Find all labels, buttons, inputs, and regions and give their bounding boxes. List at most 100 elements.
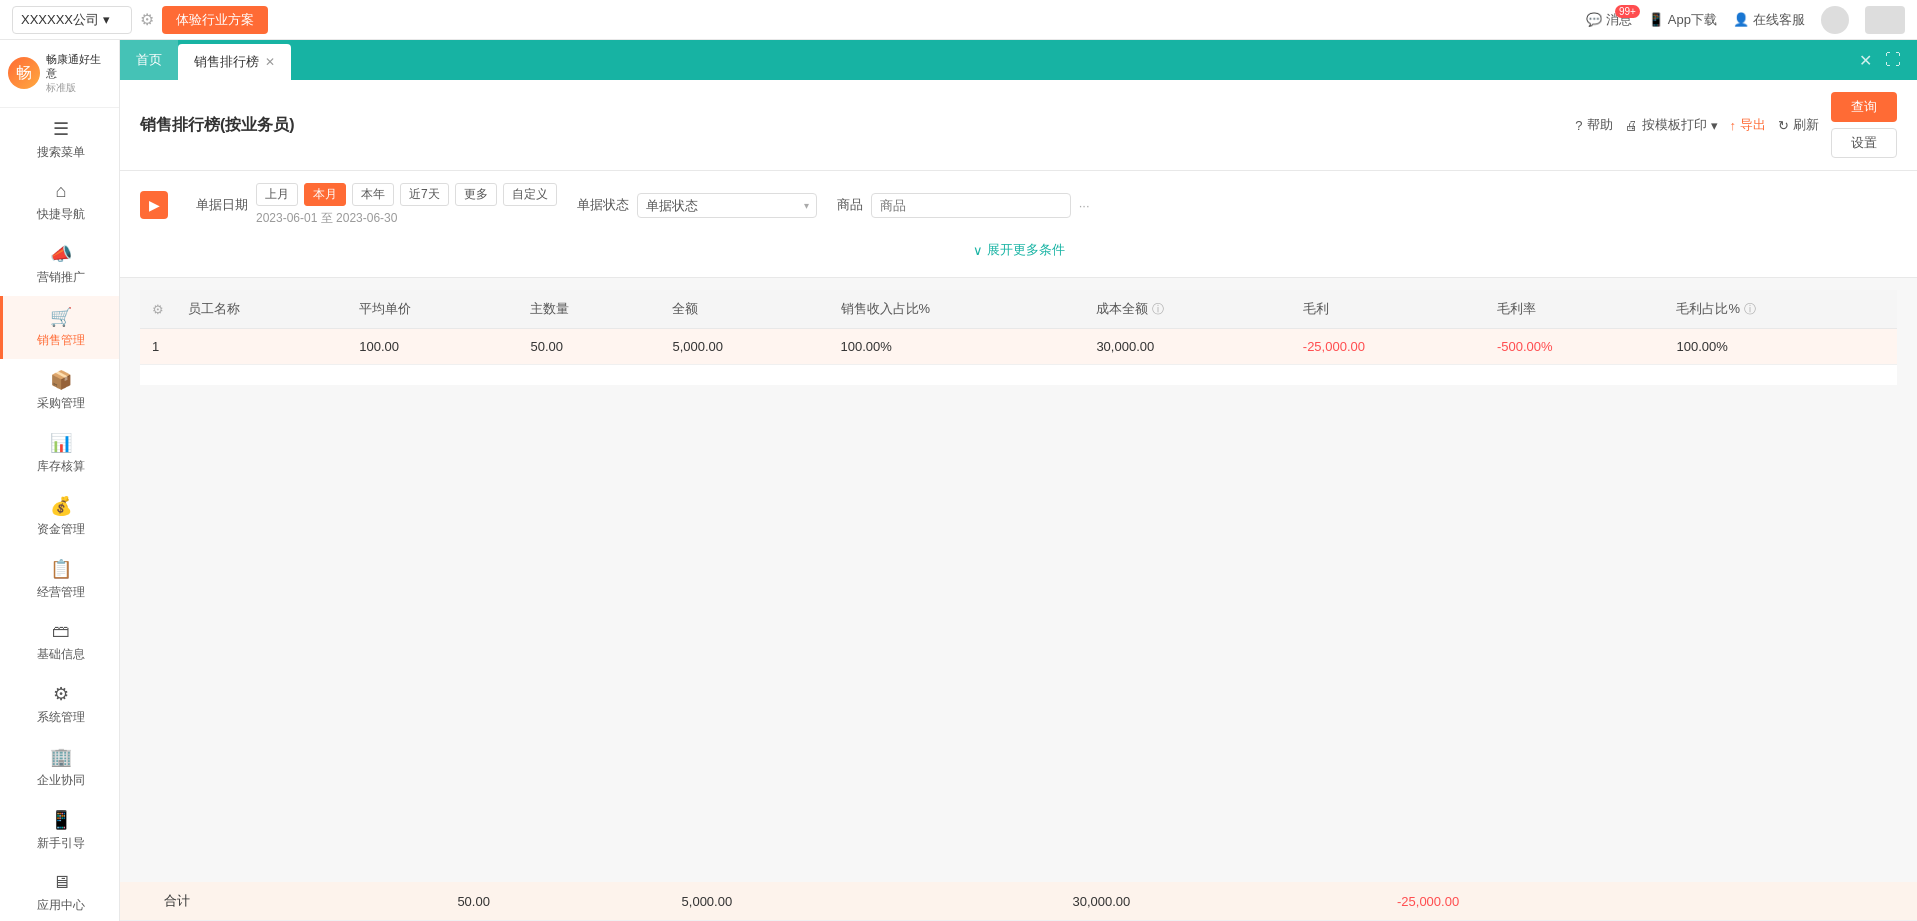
tab-close-all-icon[interactable]: ✕: [1853, 48, 1877, 72]
tab-close-icon[interactable]: ✕: [265, 55, 275, 69]
bottom-bar: 合计 50.00 5,000.00 30,000.00 -25,000.00: [120, 882, 1917, 921]
footer-gross-ratio: [1822, 882, 1917, 921]
refresh-button[interactable]: ↻ 刷新: [1778, 116, 1819, 134]
query-button[interactable]: 查询: [1831, 92, 1897, 122]
table-wrapper: ⚙ 员工名称 平均单价 主数量 全额 销售收入占比% 成本全额 ⓘ: [140, 278, 1897, 365]
sidebar-item-label: 新手引导: [37, 835, 85, 852]
th-avg-price: 平均单价: [347, 290, 518, 329]
table-footer: 合计 50.00 5,000.00 30,000.00 -25,000.00: [120, 882, 1917, 921]
sidebar-item-system[interactable]: ⚙ 系统管理: [0, 673, 119, 736]
online-support-button[interactable]: 👤 在线客服: [1733, 11, 1805, 29]
page-actions: ? 帮助 🖨 按模板打印 ▾ ↑ 导出 ↻ 刷新: [1575, 92, 1897, 158]
sidebar-item-label: 搜索菜单: [37, 144, 85, 161]
sidebar-item-enterprise[interactable]: 🏢 企业协同: [0, 736, 119, 799]
sidebar-item-label: 快捷导航: [37, 206, 85, 223]
filter-arrow-button[interactable]: ▶: [140, 191, 168, 219]
custom-btn[interactable]: 自定义: [503, 183, 557, 206]
avatar[interactable]: [1821, 6, 1849, 34]
table-body: 1 100.00 50.00 5,000.00 100.00% 30,000.0…: [140, 329, 1897, 365]
sidebar-item-finance[interactable]: 💰 资金管理: [0, 485, 119, 548]
sidebar-item-quick-nav[interactable]: ⌂ 快捷导航: [0, 171, 119, 233]
sidebar-item-basic-info[interactable]: 🗃 基础信息: [0, 611, 119, 673]
sidebar-item-label: 基础信息: [37, 646, 85, 663]
this-year-btn[interactable]: 本年: [352, 183, 394, 206]
top-bar: XXXXXX公司 ▾ ⚙ 体验行业方案 💬 消息 99+ 📱 App下载 👤 在…: [0, 0, 1917, 40]
sidebar-item-app-center[interactable]: 🖥 应用中心: [0, 862, 119, 921]
date-filter-group: 单据日期 上月 本月 本年 近7天 更多 自定义 2023-06-01 至 20…: [196, 183, 557, 227]
message-icon: 💬: [1586, 12, 1602, 27]
goods-filter-group: 商品 ···: [837, 193, 1090, 218]
gross-ratio-info-icon[interactable]: ⓘ: [1744, 302, 1756, 316]
table-spacer: [140, 365, 1897, 385]
sales-icon: 🛒: [50, 306, 72, 328]
sidebar-item-sales[interactable]: 🛒 销售管理: [0, 296, 119, 359]
company-name: XXXXXX公司: [21, 11, 99, 29]
sidebar-logo: 畅 畅康通好生意 标准版: [0, 40, 119, 108]
footer-table: 合计 50.00 5,000.00 30,000.00 -25,000.00: [120, 882, 1917, 921]
logo-icon: 畅: [8, 57, 40, 89]
this-month-btn[interactable]: 本月: [304, 183, 346, 206]
help-icon: ?: [1575, 118, 1582, 133]
goods-input[interactable]: [871, 193, 1071, 218]
goods-filter-label: 商品: [837, 196, 863, 214]
template-print-button[interactable]: 🖨 按模板打印 ▾: [1625, 116, 1718, 134]
more-btn[interactable]: 更多: [455, 183, 497, 206]
settings-icon[interactable]: ⚙: [140, 10, 154, 29]
cell-cost: 30,000.00: [1084, 329, 1290, 365]
page-header: 销售排行榜(按业务员) ? 帮助 🖨 按模板打印 ▾ ↑ 导出: [120, 80, 1917, 171]
status-select[interactable]: 单据状态: [637, 193, 817, 218]
tab-sales-ranking[interactable]: 销售排行榜 ✕: [178, 44, 291, 80]
sidebar-item-label: 销售管理: [37, 332, 85, 349]
finance-icon: 💰: [50, 495, 72, 517]
top-right: 💬 消息 99+ 📱 App下载 👤 在线客服: [1586, 6, 1905, 34]
operation-icon: 📋: [50, 558, 72, 580]
enterprise-icon: 🏢: [50, 746, 72, 768]
cell-avg-price: 100.00: [347, 329, 518, 365]
trial-button[interactable]: 体验行业方案: [162, 6, 268, 34]
sidebar-item-search-order[interactable]: ☰ 搜索菜单: [0, 108, 119, 171]
cell-gross-ratio: 100.00%: [1664, 329, 1897, 365]
sidebar-item-guide[interactable]: 📱 新手引导: [0, 799, 119, 862]
chevron-down-icon: ▾: [103, 12, 110, 27]
last7-btn[interactable]: 近7天: [400, 183, 449, 206]
status-select-wrapper: 单据状态 ▾: [637, 193, 817, 218]
tab-sales-ranking-label: 销售排行榜: [194, 53, 259, 71]
sidebar-item-operation[interactable]: 📋 经营管理: [0, 548, 119, 611]
footer-gross: -25,000.00: [1385, 882, 1727, 921]
expand-conditions-button[interactable]: ∨ 展开更多条件: [140, 235, 1897, 265]
sidebar-item-label: 资金管理: [37, 521, 85, 538]
footer-avg-price: [350, 882, 445, 921]
th-employee: 员工名称: [176, 290, 347, 329]
settings-button[interactable]: 设置: [1831, 128, 1897, 158]
system-icon: ⚙: [53, 683, 69, 705]
company-selector[interactable]: XXXXXX公司 ▾: [12, 6, 132, 34]
app-download-button[interactable]: 📱 App下载: [1648, 11, 1717, 29]
status-filter-group: 单据状态 单据状态 ▾: [577, 193, 817, 218]
messages-button[interactable]: 💬 消息 99+: [1586, 11, 1632, 29]
cell-gross-rate: -500.00%: [1485, 329, 1664, 365]
footer-cell-empty: [120, 882, 152, 921]
table-area: ⚙ 员工名称 平均单价 主数量 全额 销售收入占比% 成本全额 ⓘ: [120, 278, 1917, 882]
th-gross: 毛利: [1291, 290, 1485, 329]
table-header-row: ⚙ 员工名称 平均单价 主数量 全额 销售收入占比% 成本全额 ⓘ: [140, 290, 1897, 329]
sidebar-item-label: 系统管理: [37, 709, 85, 726]
sidebar-item-label: 企业协同: [37, 772, 85, 789]
column-setting-icon[interactable]: ⚙: [152, 302, 164, 317]
tab-home[interactable]: 首页: [120, 40, 178, 80]
footer-gross-rate: [1727, 882, 1822, 921]
tab-restore-icon[interactable]: ⛶: [1881, 48, 1905, 72]
more-dots[interactable]: ···: [1079, 198, 1090, 213]
sidebar-item-inventory[interactable]: 📊 库存核算: [0, 422, 119, 485]
cost-info-icon[interactable]: ⓘ: [1152, 302, 1164, 316]
date-options-group: 上月 本月 本年 近7天 更多 自定义 2023-06-01 至 2023-06…: [256, 183, 557, 227]
export-button[interactable]: ↑ 导出: [1730, 116, 1767, 134]
sidebar-item-marketing[interactable]: 📣 营销推广: [0, 233, 119, 296]
th-gross-ratio: 毛利占比% ⓘ: [1664, 290, 1897, 329]
help-button[interactable]: ? 帮助: [1575, 116, 1612, 134]
content-area: 首页 销售排行榜 ✕ ✕ ⛶ 销售排行榜(按业务员) ? 帮助: [120, 40, 1917, 921]
sidebar-item-purchase[interactable]: 📦 采购管理: [0, 359, 119, 422]
logo-text-area: 畅康通好生意 标准版: [46, 52, 111, 95]
query-setting-group: 查询 设置: [1831, 92, 1897, 158]
user-name-area: [1865, 6, 1905, 34]
prev-month-btn[interactable]: 上月: [256, 183, 298, 206]
